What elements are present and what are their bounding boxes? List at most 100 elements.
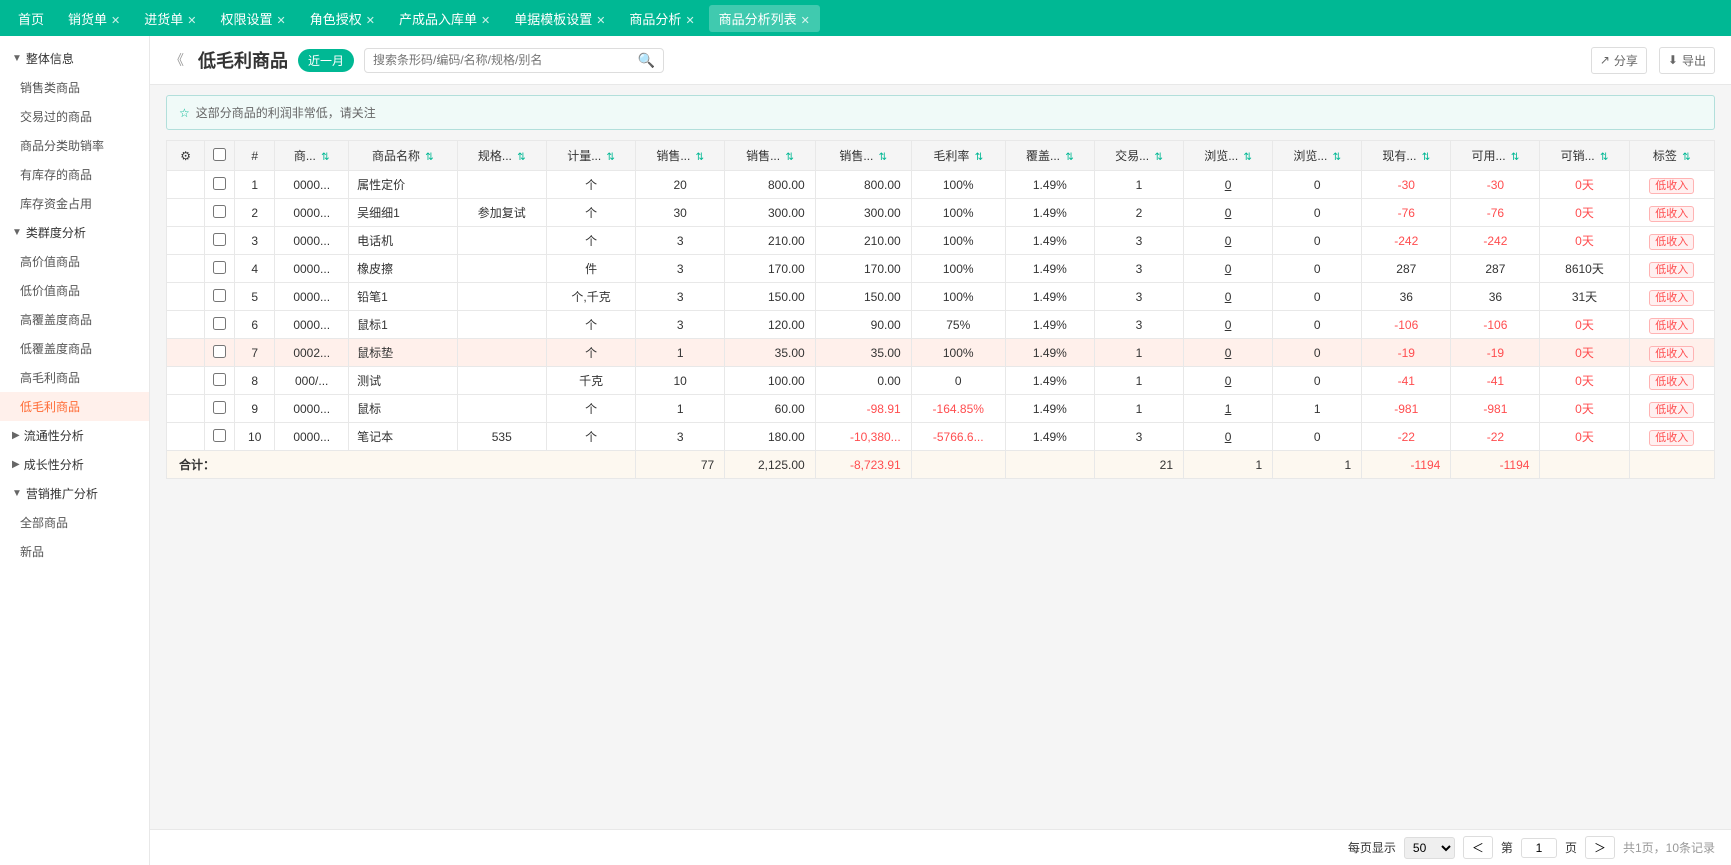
sidebar-item-new-products[interactable]: 新品 — [0, 537, 149, 566]
nav-close-purchase[interactable]: ✕ — [187, 15, 196, 27]
nav-product-analysis[interactable]: 商品分析✕ — [619, 5, 704, 32]
col-sales-qty[interactable]: 销售... ⇅ — [636, 141, 725, 171]
nav-purchase[interactable]: 进货单✕ — [134, 5, 206, 32]
sidebar-group-marketing[interactable]: ▼ 营销推广分析 — [0, 479, 149, 508]
row-name-7[interactable]: 测试 — [349, 367, 457, 395]
row-name-0[interactable]: 属性定价 — [349, 171, 457, 199]
share-button[interactable]: ↗ 分享 — [1591, 47, 1647, 74]
row-browse1-7[interactable]: 0 — [1184, 367, 1273, 395]
sidebar-item-traded-products[interactable]: 交易过的商品 — [0, 102, 149, 131]
row-checkbox-4 — [205, 283, 235, 311]
row-browse1-9[interactable]: 0 — [1184, 423, 1273, 451]
row-name-6[interactable]: 鼠标垫 — [349, 339, 457, 367]
sidebar-item-low-value[interactable]: 低价值商品 — [0, 276, 149, 305]
sidebar-item-stocked[interactable]: 有库存的商品 — [0, 160, 149, 189]
sidebar-item-sales-products[interactable]: 销售类商品 — [0, 73, 149, 102]
search-input[interactable] — [373, 53, 638, 67]
row-check-2[interactable] — [213, 233, 226, 246]
row-check-3[interactable] — [213, 261, 226, 274]
row-sales-price-9: 180.00 — [725, 423, 815, 451]
col-sellable[interactable]: 可销... ⇅ — [1540, 141, 1629, 171]
sidebar-item-high-coverage[interactable]: 高覆盖度商品 — [0, 305, 149, 334]
col-name[interactable]: 商品名称 ⇅ — [349, 141, 457, 171]
row-name-9[interactable]: 笔记本 — [349, 423, 457, 451]
row-check-7[interactable] — [213, 373, 226, 386]
sidebar-item-all-products[interactable]: 全部商品 — [0, 508, 149, 537]
nav-home[interactable]: 首页 — [8, 5, 54, 32]
row-name-5[interactable]: 鼠标1 — [349, 311, 457, 339]
nav-sales[interactable]: 销货单✕ — [58, 5, 130, 32]
col-code[interactable]: 商... ⇅ — [275, 141, 349, 171]
row-check-8[interactable] — [213, 401, 226, 414]
sidebar-item-low-coverage[interactable]: 低覆盖度商品 — [0, 334, 149, 363]
row-check-1[interactable] — [213, 205, 226, 218]
row-check-0[interactable] — [213, 177, 226, 190]
page-number-input[interactable] — [1521, 838, 1557, 858]
sidebar-item-low-margin[interactable]: 低毛利商品 — [0, 392, 149, 421]
sidebar-item-category-rate[interactable]: 商品分类助销率 — [0, 131, 149, 160]
col-unit[interactable]: 计量... ⇅ — [547, 141, 636, 171]
col-gross-rate[interactable]: 毛利率 ⇅ — [911, 141, 1005, 171]
row-browse1-3[interactable]: 0 — [1184, 255, 1273, 283]
row-name-8[interactable]: 鼠标 — [349, 395, 457, 423]
total-sellable — [1540, 451, 1629, 479]
period-button[interactable]: 近一月 — [298, 49, 354, 72]
row-tag-3: 低收入 — [1629, 255, 1714, 283]
nav-template-settings[interactable]: 单据模板设置✕ — [504, 5, 615, 32]
per-page-select[interactable]: 50 100 200 — [1404, 837, 1455, 859]
nav-close-sales[interactable]: ✕ — [111, 15, 120, 27]
sidebar-group-flow[interactable]: ▶ 流通性分析 — [0, 421, 149, 450]
row-name-1[interactable]: 吴细细1 — [349, 199, 457, 227]
row-check-6[interactable] — [213, 345, 226, 358]
row-browse1-2[interactable]: 0 — [1184, 227, 1273, 255]
row-check-4[interactable] — [213, 289, 226, 302]
sidebar-item-high-value[interactable]: 高价值商品 — [0, 247, 149, 276]
row-check-9[interactable] — [213, 429, 226, 442]
row-check-5[interactable] — [213, 317, 226, 330]
nav-close-analysis[interactable]: ✕ — [685, 15, 694, 27]
row-available-4: 36 — [1451, 283, 1540, 311]
sidebar-group-cluster[interactable]: ▼ 类群度分析 — [0, 218, 149, 247]
sidebar-item-high-margin[interactable]: 高毛利商品 — [0, 363, 149, 392]
col-available[interactable]: 可用... ⇅ — [1451, 141, 1540, 171]
row-browse1-8[interactable]: 1 — [1184, 395, 1273, 423]
nav-permissions[interactable]: 权限设置✕ — [210, 5, 295, 32]
col-spec[interactable]: 规格... ⇅ — [457, 141, 547, 171]
search-icon[interactable]: 🔍 — [638, 52, 655, 69]
col-sales-profit[interactable]: 销售... ⇅ — [815, 141, 911, 171]
col-trade-count[interactable]: 交易... ⇅ — [1094, 141, 1183, 171]
nav-close-product-entry[interactable]: ✕ — [481, 15, 490, 27]
row-available-2: -242 — [1451, 227, 1540, 255]
row-name-4[interactable]: 铅笔1 — [349, 283, 457, 311]
row-browse1-5[interactable]: 0 — [1184, 311, 1273, 339]
row-browse1-1[interactable]: 0 — [1184, 199, 1273, 227]
sidebar-collapse-btn[interactable]: 《 — [166, 46, 188, 74]
select-all-checkbox[interactable] — [213, 148, 226, 161]
col-browse1[interactable]: 浏览... ⇅ — [1184, 141, 1273, 171]
row-name-3[interactable]: 橡皮擦 — [349, 255, 457, 283]
sidebar-group-growth[interactable]: ▶ 成长性分析 — [0, 450, 149, 479]
export-button[interactable]: ⬇ 导出 — [1659, 47, 1715, 74]
nav-close-permissions[interactable]: ✕ — [277, 15, 286, 27]
nav-close-roles[interactable]: ✕ — [366, 15, 375, 27]
col-num: # — [235, 141, 275, 171]
nav-analysis-list[interactable]: 商品分析列表✕ — [709, 5, 820, 32]
col-cover-rate[interactable]: 覆盖... ⇅ — [1005, 141, 1094, 171]
col-browse2[interactable]: 浏览... ⇅ — [1273, 141, 1362, 171]
nav-product-entry[interactable]: 产成品入库单✕ — [389, 5, 500, 32]
sidebar-item-capital[interactable]: 库存资金占用 — [0, 189, 149, 218]
prev-page-btn[interactable]: ＜ — [1463, 836, 1493, 859]
next-page-btn[interactable]: ＞ — [1585, 836, 1615, 859]
col-current-stock[interactable]: 现有... ⇅ — [1362, 141, 1451, 171]
sidebar-group-overall[interactable]: ▼ 整体信息 — [0, 44, 149, 73]
row-browse1-6[interactable]: 0 — [1184, 339, 1273, 367]
nav-close-template[interactable]: ✕ — [596, 15, 605, 27]
row-browse1-0[interactable]: 0 — [1184, 171, 1273, 199]
nav-roles[interactable]: 角色授权✕ — [300, 5, 385, 32]
nav-close-analysis-list[interactable]: ✕ — [801, 15, 810, 27]
col-sales-price[interactable]: 销售... ⇅ — [725, 141, 815, 171]
row-browse1-4[interactable]: 0 — [1184, 283, 1273, 311]
col-tag[interactable]: 标签 ⇅ — [1629, 141, 1714, 171]
col-settings[interactable]: ⚙ — [167, 141, 205, 171]
row-name-2[interactable]: 电话机 — [349, 227, 457, 255]
